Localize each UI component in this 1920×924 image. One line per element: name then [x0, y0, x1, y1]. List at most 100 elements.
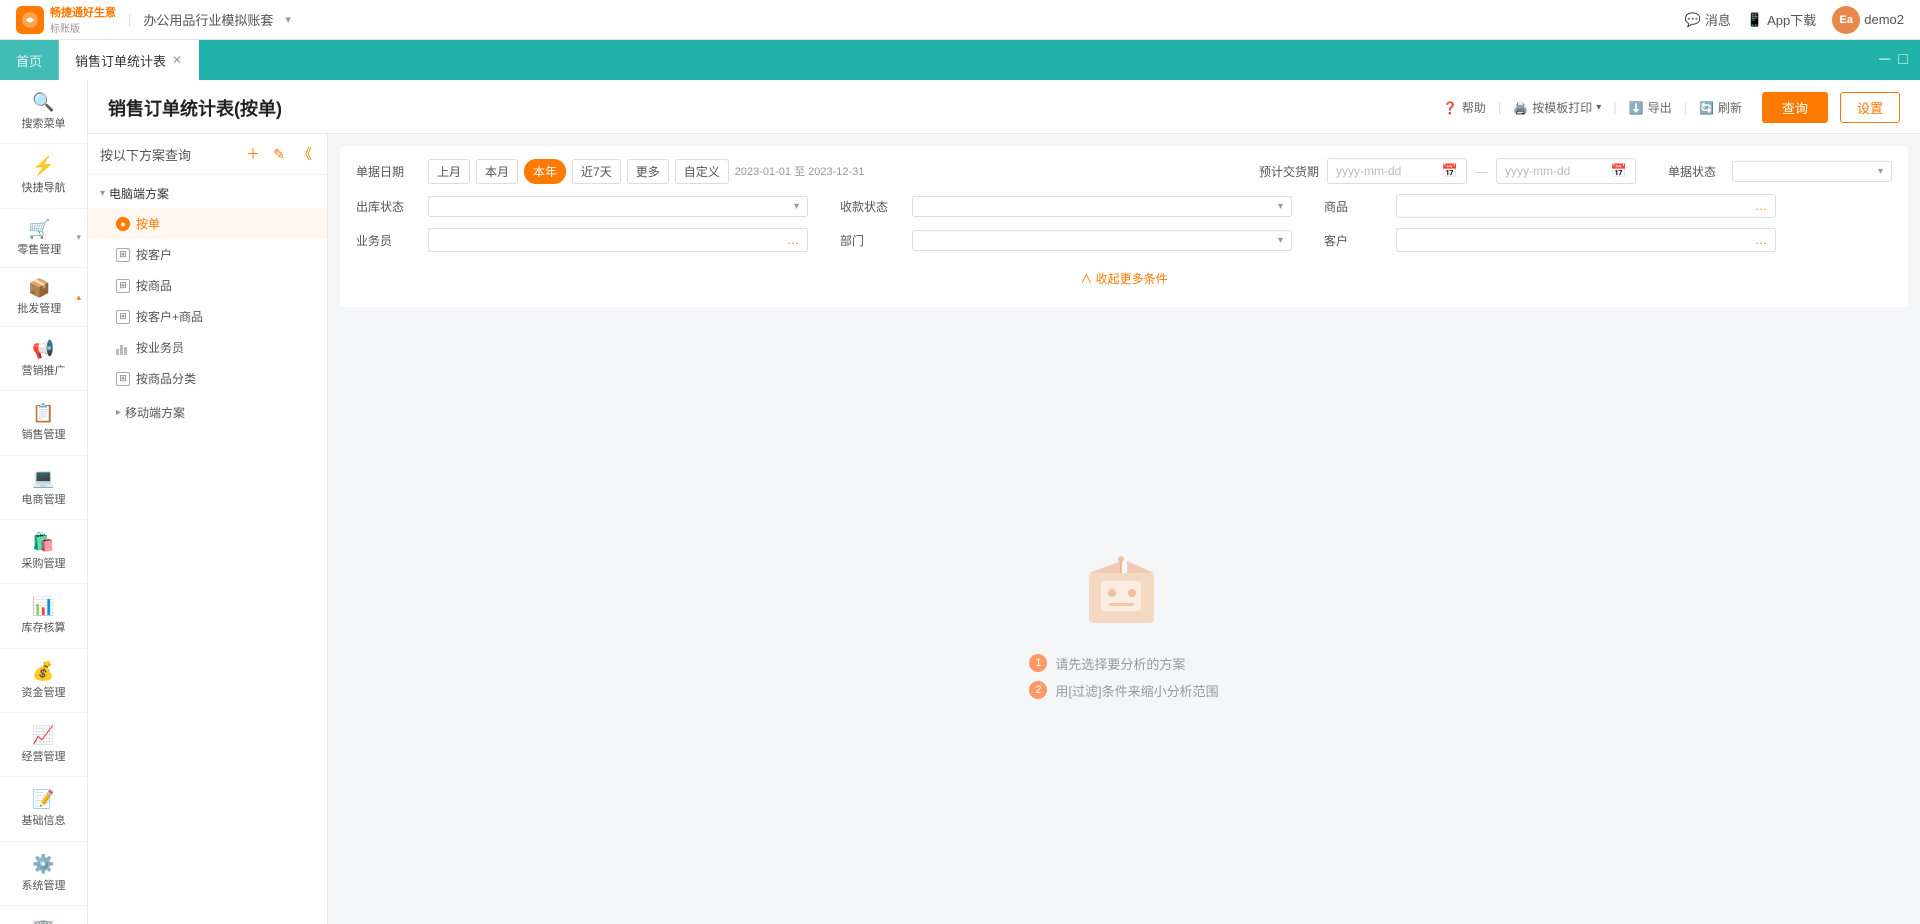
- sales-stats-tab-label: 销售订单统计表: [75, 51, 166, 70]
- window-maximize-icon[interactable]: □: [1898, 51, 1908, 69]
- by-product-icon: ⊞: [116, 279, 130, 293]
- window-minimize-icon[interactable]: ─: [1879, 51, 1890, 69]
- out-status-dropdown-icon: ▾: [794, 201, 799, 212]
- edit-scheme-button[interactable]: ✎: [269, 144, 289, 164]
- user-profile[interactable]: Ea demo2: [1832, 6, 1904, 34]
- sidebar-item-inventory[interactable]: 📊 库存核算: [0, 584, 87, 648]
- dept-dropdown-icon: ▾: [1278, 235, 1283, 246]
- tab-sales-stats[interactable]: 销售订单统计表 ✕: [59, 40, 199, 80]
- export-icon: ⬇️: [1629, 101, 1644, 115]
- export-button[interactable]: ⬇️ 导出: [1629, 99, 1672, 116]
- logo-text: 畅捷通好生意 标账版: [50, 4, 116, 35]
- enterprise-icon: 🏢: [32, 918, 54, 924]
- date-btn-last-month[interactable]: 上月: [428, 159, 470, 184]
- expected-date-label: 预计交货期: [1259, 163, 1319, 180]
- sidebar-item-enterprise[interactable]: 🏢 企业协同: [0, 906, 87, 924]
- tab-bar: 首页 销售订单统计表 ✕ ─ □: [0, 40, 1920, 80]
- query-button[interactable]: 查询: [1762, 92, 1828, 123]
- date-btn-more[interactable]: 更多: [627, 159, 669, 184]
- inner-layout: 按以下方案查询 ＋ ✎ 《 ▾ 电脑端方案 ● 按单: [88, 134, 1920, 924]
- expected-date-from[interactable]: yyyy-mm-dd 📅: [1327, 158, 1467, 184]
- message-icon: 💬: [1685, 12, 1701, 28]
- help-button[interactable]: ❓ 帮助: [1443, 99, 1486, 116]
- sidebar-item-purchase[interactable]: 🛍️ 采购管理: [0, 520, 87, 584]
- date-btn-7days[interactable]: 近7天: [572, 159, 621, 184]
- receipt-status-select[interactable]: ▾: [912, 196, 1292, 217]
- dept-select[interactable]: ▾: [912, 230, 1292, 251]
- receipt-status-dropdown-icon: ▾: [1278, 201, 1283, 212]
- purchase-icon: 🛍️: [32, 532, 54, 553]
- sidebar-item-system[interactable]: ⚙️ 系统管理: [0, 842, 87, 906]
- date-buttons-group: 上月 本月 本年 近7天 更多 自定义 2023-01-01 至 2023-12…: [428, 159, 864, 184]
- app-title: 办公用品行业模拟账套: [143, 10, 273, 29]
- tip-num-1: 1: [1029, 654, 1047, 672]
- pc-scheme-section: ▾ 电脑端方案 ● 按单 ⊞ 按客户 ⊞ 按商品: [88, 175, 327, 398]
- marketing-icon: 📢: [32, 339, 54, 360]
- salesman-ellipsis[interactable]: …: [787, 233, 799, 247]
- collapse-bar[interactable]: ∧ 收起更多条件: [356, 262, 1892, 295]
- status-select[interactable]: ▾: [1732, 161, 1892, 182]
- mobile-arrow-icon: ▸: [116, 407, 121, 418]
- page-header: 销售订单统计表(按单) ❓ 帮助 | 🖨️ 按模板打印 ▾ | ⬇️ 导出 |: [88, 80, 1920, 134]
- goods-input[interactable]: …: [1396, 194, 1776, 218]
- refresh-button[interactable]: 🔄 刷新: [1699, 99, 1742, 116]
- sidebar-item-retail[interactable]: 🛒 零售管理 ▾: [0, 209, 87, 268]
- tab-bar-actions: ─ □: [1867, 51, 1920, 69]
- out-status-select[interactable]: ▾: [428, 196, 808, 217]
- settings-button[interactable]: 设置: [1840, 92, 1900, 123]
- date-btn-this-year[interactable]: 本年: [524, 159, 566, 184]
- left-panel-header: 按以下方案查询 ＋ ✎ 《: [88, 134, 327, 175]
- top-bar: 畅捷通好生意 标账版 | 办公用品行业模拟账套 ▾ 💬 消息 📱 App下载 E…: [0, 0, 1920, 40]
- scheme-item-by-order[interactable]: ● 按单: [88, 208, 327, 239]
- add-scheme-button[interactable]: ＋: [243, 144, 263, 164]
- app-title-dropdown[interactable]: ▾: [285, 13, 291, 26]
- sidebar-item-marketing[interactable]: 📢 营销推广: [0, 327, 87, 391]
- collapse-panel-button[interactable]: 《: [295, 144, 315, 164]
- expected-date-to[interactable]: yyyy-mm-dd 📅: [1496, 158, 1636, 184]
- print-dropdown-icon: ▾: [1596, 102, 1601, 113]
- customer-ellipsis[interactable]: …: [1755, 233, 1767, 247]
- empty-state: 1 请先选择要分析的方案 2 用[过滤]条件来缩小分析范围: [340, 315, 1908, 912]
- pc-scheme-toggle[interactable]: ▾ 电脑端方案: [88, 179, 327, 208]
- scheme-item-by-product[interactable]: ⊞ 按商品: [88, 270, 327, 301]
- content-area: 销售订单统计表(按单) ❓ 帮助 | 🖨️ 按模板打印 ▾ | ⬇️ 导出 |: [88, 80, 1920, 924]
- expected-date-group: 预计交货期 yyyy-mm-dd 📅 — yyyy-mm-dd 📅: [1259, 158, 1636, 184]
- search-icon: 🔍: [32, 92, 54, 113]
- by-order-icon: ●: [116, 217, 130, 231]
- print-icon: 🖨️: [1513, 101, 1528, 115]
- mobile-scheme-toggle[interactable]: ▸ 移动端方案: [88, 398, 327, 427]
- sidebar-item-wholesale[interactable]: 📦 批发管理 ▴: [0, 268, 87, 327]
- retail-arrow-icon: ▾: [76, 232, 81, 243]
- by-cust-prod-icon: ⊞: [116, 310, 130, 324]
- avatar: Ea: [1832, 6, 1860, 34]
- goods-ellipsis[interactable]: …: [1755, 199, 1767, 213]
- scheme-item-by-customer[interactable]: ⊞ 按客户: [88, 239, 327, 270]
- date-btn-custom[interactable]: 自定义: [675, 159, 729, 184]
- dept-label: 部门: [840, 232, 896, 249]
- ecommerce-icon: 💻: [32, 468, 54, 489]
- message-button[interactable]: 💬 消息: [1685, 10, 1731, 29]
- empty-tip-2: 2 用[过滤]条件来缩小分析范围: [1029, 681, 1218, 700]
- sidebar-item-operations[interactable]: 📈 经营管理: [0, 713, 87, 777]
- inventory-icon: 📊: [32, 596, 54, 617]
- sidebar-item-basic[interactable]: 📝 基础信息: [0, 777, 87, 841]
- by-category-icon: ⊞: [116, 372, 130, 386]
- salesman-input[interactable]: …: [428, 228, 808, 252]
- date-separator: —: [1475, 164, 1488, 179]
- scheme-item-by-customer-product[interactable]: ⊞ 按客户+商品: [88, 301, 327, 332]
- customer-input[interactable]: …: [1396, 228, 1776, 252]
- sidebar-item-ecommerce[interactable]: 💻 电商管理: [0, 456, 87, 520]
- app-download-button[interactable]: 📱 App下载: [1747, 10, 1816, 29]
- template-print-button[interactable]: 🖨️ 按模板打印 ▾: [1513, 99, 1601, 116]
- empty-tip-1: 1 请先选择要分析的方案: [1029, 654, 1218, 673]
- sidebar-item-search[interactable]: 🔍 搜索菜单: [0, 80, 87, 144]
- tab-home[interactable]: 首页: [0, 40, 59, 80]
- sidebar-item-finance[interactable]: 💰 资金管理: [0, 649, 87, 713]
- tab-close-icon[interactable]: ✕: [172, 53, 182, 67]
- right-panel: 单据日期 上月 本月 本年 近7天 更多 自定义 2023-01-01 至 20…: [328, 134, 1920, 924]
- scheme-item-by-salesman[interactable]: 按业务员: [88, 332, 327, 363]
- scheme-item-by-category[interactable]: ⊞ 按商品分类: [88, 363, 327, 394]
- sidebar-item-quick-nav[interactable]: ⚡ 快捷导航: [0, 144, 87, 208]
- date-btn-this-month[interactable]: 本月: [476, 159, 518, 184]
- sidebar-item-sales[interactable]: 📋 销售管理: [0, 391, 87, 455]
